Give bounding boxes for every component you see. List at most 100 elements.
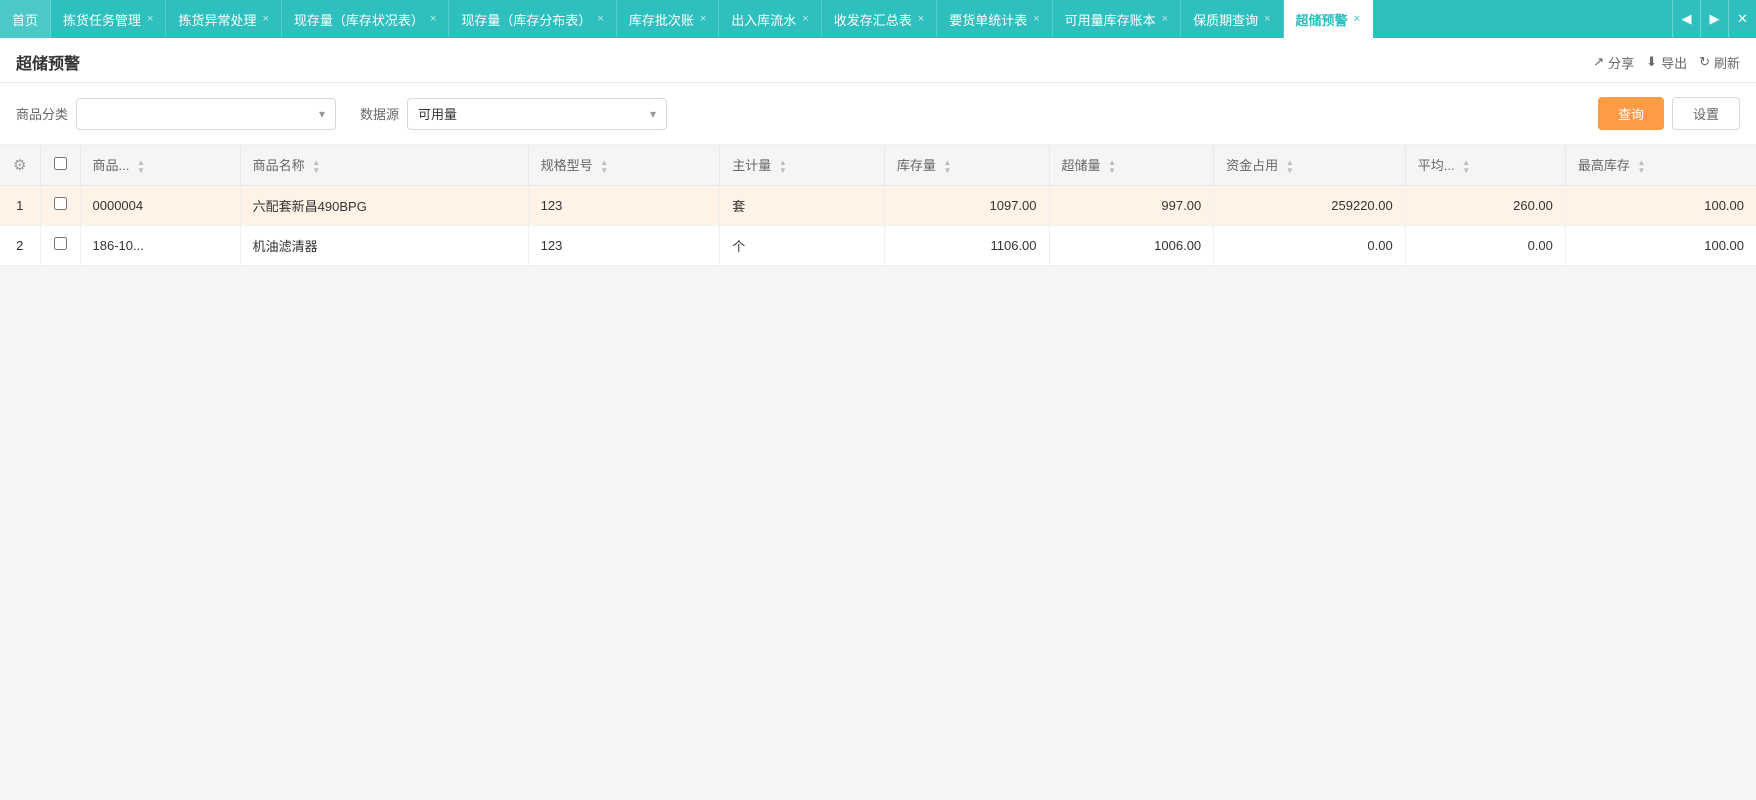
nav-item-close-icon[interactable]: × <box>147 13 153 25</box>
row-checkbox[interactable] <box>54 197 67 210</box>
datasource-chevron-icon <box>650 106 656 121</box>
nav-item-close-icon[interactable]: × <box>430 13 436 25</box>
category-chevron-icon <box>319 106 325 121</box>
td-unit: 套 <box>720 185 885 225</box>
settings-button[interactable]: 设置 <box>1672 97 1740 130</box>
nav-item------[interactable]: 保质期查询 × <box>1181 0 1283 38</box>
nav-item-----[interactable]: 超储预警 × <box>1284 0 1373 38</box>
max-stock-sort-icon: ▲▼ <box>1638 159 1646 175</box>
nav-item-close-icon[interactable]: × <box>1033 13 1039 25</box>
td-product-name: 机油滤清器 <box>240 225 528 265</box>
td-avg: 0.00 <box>1405 225 1565 265</box>
share-icon: ↗ <box>1593 54 1604 70</box>
nav-item------[interactable]: 出入库流水 × <box>719 0 821 38</box>
nav-item-close-icon[interactable]: × <box>1354 13 1360 25</box>
td-capital: 0.00 <box>1214 225 1406 265</box>
nav-item-close-icon[interactable]: × <box>700 13 706 25</box>
th-capital-label: 资金占用 <box>1226 158 1278 173</box>
table-row: 1 0000004 六配套新昌490BPG 123 套 1097.00 997.… <box>0 185 1756 225</box>
th-over-stock[interactable]: 超储量 ▲▼ <box>1049 145 1214 185</box>
nav-item-close-icon[interactable]: × <box>802 13 808 25</box>
th-max-stock-label: 最高库存 <box>1578 158 1630 173</box>
td-spec: 123 <box>528 225 720 265</box>
nav-right-arrow[interactable]: ▶ <box>1700 0 1728 38</box>
datasource-label: 数据源 <box>360 104 399 123</box>
nav-item------[interactable]: 库存批次账 × <box>617 0 719 38</box>
stock-sort-icon: ▲▼ <box>944 159 952 175</box>
row-checkbox[interactable] <box>54 237 67 250</box>
avg-sort-icon: ▲▼ <box>1462 159 1470 175</box>
nav-item-------[interactable]: 要货单统计表 × <box>937 0 1052 38</box>
td-over-stock: 997.00 <box>1049 185 1214 225</box>
page-header: 超储预警 ↗ 分享 ⬇ 导出 ↻ 刷新 <box>0 38 1756 83</box>
nav-item-close-icon[interactable]: × <box>1264 13 1270 25</box>
filter-area: 商品分类 数据源 可用量 查询 设置 <box>0 83 1756 145</box>
nav-item-close-icon[interactable]: × <box>262 13 268 25</box>
nav-left-arrow[interactable]: ◀ <box>1672 0 1700 38</box>
td-checkbox[interactable] <box>40 185 80 225</box>
th-product-name[interactable]: 商品名称 ▲▼ <box>240 145 528 185</box>
th-unit[interactable]: 主计量 ▲▼ <box>720 145 885 185</box>
td-max-stock: 100.00 <box>1565 185 1756 225</box>
datasource-value: 可用量 <box>418 104 457 123</box>
td-over-stock: 1006.00 <box>1049 225 1214 265</box>
th-max-stock[interactable]: 最高库存 ▲▼ <box>1565 145 1756 185</box>
th-capital[interactable]: 资金占用 ▲▼ <box>1214 145 1406 185</box>
nav-item-------[interactable]: 拣货异常处理 × <box>166 0 281 38</box>
nav-item-----------[interactable]: 现存量（库存分布表） × <box>449 0 616 38</box>
page-title: 超储预警 <box>16 50 80 74</box>
td-product-code: 0000004 <box>80 185 240 225</box>
product-name-sort-icon: ▲▼ <box>312 159 320 175</box>
nav-item-close-icon[interactable]: × <box>1162 13 1168 25</box>
main-content: 超储预警 ↗ 分享 ⬇ 导出 ↻ 刷新 商品分类 数据源 <box>0 38 1756 266</box>
td-unit: 个 <box>720 225 885 265</box>
data-table: ⚙ 商品... ▲▼ 商品名称 ▲▼ 规格型号 ▲▼ <box>0 145 1756 266</box>
nav-item--------[interactable]: 可用量库存账本 × <box>1053 0 1181 38</box>
th-product-code-label: 商品... <box>93 158 130 173</box>
nav-item-close-icon[interactable]: × <box>918 13 924 25</box>
table-container: ⚙ 商品... ▲▼ 商品名称 ▲▼ 规格型号 ▲▼ <box>0 145 1756 266</box>
table-header-row: ⚙ 商品... ▲▼ 商品名称 ▲▼ 规格型号 ▲▼ <box>0 145 1756 185</box>
td-stock: 1106.00 <box>884 225 1049 265</box>
nav-close-arrow[interactable]: ✕ <box>1728 0 1756 38</box>
nav-item-close-icon[interactable]: × <box>597 13 603 25</box>
header-actions: ↗ 分享 ⬇ 导出 ↻ 刷新 <box>1593 53 1740 72</box>
select-all-checkbox[interactable] <box>54 157 67 170</box>
th-stock-label: 库存量 <box>897 158 936 173</box>
nav-item-------[interactable]: 拣货任务管理 × <box>51 0 166 38</box>
capital-sort-icon: ▲▼ <box>1286 159 1294 175</box>
datasource-filter-group: 数据源 可用量 <box>360 98 667 130</box>
nav-item---[interactable]: 首页 <box>0 0 51 38</box>
th-spec[interactable]: 规格型号 ▲▼ <box>528 145 720 185</box>
table-row: 2 186-10... 机油滤清器 123 个 1106.00 1006.00 … <box>0 225 1756 265</box>
th-product-code[interactable]: 商品... ▲▼ <box>80 145 240 185</box>
gear-icon: ⚙ <box>13 157 26 174</box>
th-product-name-label: 商品名称 <box>253 158 305 173</box>
over-stock-sort-icon: ▲▼ <box>1108 159 1116 175</box>
th-checkbox-all[interactable] <box>40 145 80 185</box>
share-button[interactable]: ↗ 分享 <box>1593 53 1634 72</box>
nav-item-------[interactable]: 收发存汇总表 × <box>822 0 937 38</box>
filter-actions: 查询 设置 <box>1598 97 1740 130</box>
td-capital: 259220.00 <box>1214 185 1406 225</box>
th-unit-label: 主计量 <box>732 158 771 173</box>
refresh-button[interactable]: ↻ 刷新 <box>1699 53 1740 72</box>
td-avg: 260.00 <box>1405 185 1565 225</box>
export-button[interactable]: ⬇ 导出 <box>1646 53 1687 72</box>
td-product-name: 六配套新昌490BPG <box>240 185 528 225</box>
td-checkbox[interactable] <box>40 225 80 265</box>
refresh-icon: ↻ <box>1699 54 1710 70</box>
th-avg[interactable]: 平均... ▲▼ <box>1405 145 1565 185</box>
datasource-select[interactable]: 可用量 <box>407 98 667 130</box>
th-gear[interactable]: ⚙ <box>0 145 40 185</box>
td-spec: 123 <box>528 185 720 225</box>
category-label: 商品分类 <box>16 104 68 123</box>
th-stock[interactable]: 库存量 ▲▼ <box>884 145 1049 185</box>
category-select[interactable] <box>76 98 336 130</box>
top-nav: 首页拣货任务管理 ×拣货异常处理 ×现存量（库存状况表） ×现存量（库存分布表）… <box>0 0 1756 38</box>
td-max-stock: 100.00 <box>1565 225 1756 265</box>
td-index-num: 1 <box>0 185 40 225</box>
query-button[interactable]: 查询 <box>1598 97 1664 130</box>
nav-arrows: ◀ ▶ ✕ <box>1672 0 1756 38</box>
nav-item-----------[interactable]: 现存量（库存状况表） × <box>282 0 449 38</box>
